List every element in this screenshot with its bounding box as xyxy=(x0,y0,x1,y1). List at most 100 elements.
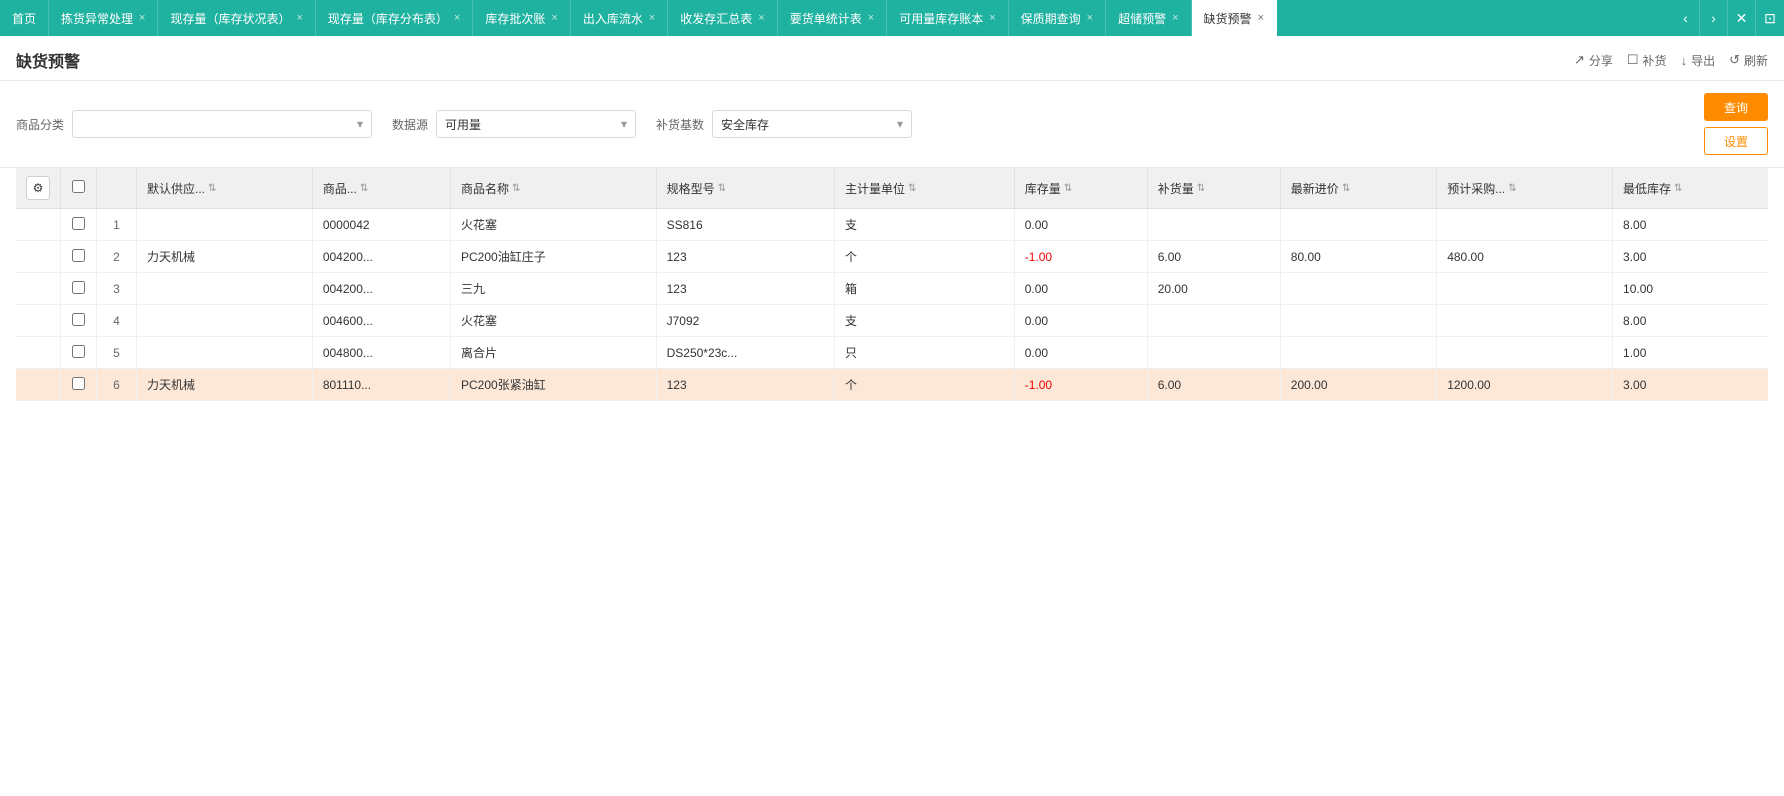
row-gear-2 xyxy=(16,273,61,305)
row-unit-2: 箱 xyxy=(834,273,1014,305)
tab-close-icon[interactable]: × xyxy=(454,12,460,24)
query-button[interactable]: 查询 xyxy=(1704,93,1768,121)
row-check-0[interactable] xyxy=(61,209,97,241)
tab-close-btn[interactable]: ✕ xyxy=(1728,0,1756,36)
tab-overstock[interactable]: 超储预警 × xyxy=(1106,0,1191,36)
row-checkbox-0[interactable] xyxy=(72,217,85,230)
th-stock: 库存量 ⇅ xyxy=(1014,168,1147,209)
row-num-3: 4 xyxy=(97,305,137,337)
row-checkbox-5[interactable] xyxy=(72,377,85,390)
tab-close-icon[interactable]: × xyxy=(989,12,995,24)
row-spec-3: J7092 xyxy=(656,305,834,337)
th-supplier-label: 默认供应... xyxy=(147,180,205,197)
th-stock-label: 库存量 xyxy=(1025,180,1061,197)
row-latest-price-3 xyxy=(1280,305,1436,337)
tab-close-icon[interactable]: × xyxy=(139,12,145,24)
table-row: 1 0000042 火花塞 SS816 支 0.00 8.00 xyxy=(16,209,1768,241)
row-latest-price-2 xyxy=(1280,273,1436,305)
tab-prev-btn[interactable]: ‹ xyxy=(1672,0,1700,36)
share-btn[interactable]: ↗ 分享 xyxy=(1574,52,1613,69)
category-select[interactable]: ▾ xyxy=(72,110,372,138)
sort-unit-icon: ⇅ xyxy=(908,183,916,194)
datasource-label: 数据源 xyxy=(392,116,428,133)
tab-close-icon[interactable]: × xyxy=(296,12,302,24)
tab-exception[interactable]: 拣货异常处理× xyxy=(49,0,158,36)
sort-stock-icon: ⇅ xyxy=(1064,183,1072,194)
row-gear-3 xyxy=(16,305,61,337)
row-spec-2: 123 xyxy=(656,273,834,305)
row-supplier-2 xyxy=(137,273,313,305)
datasource-select[interactable]: 可用量 ▾ xyxy=(436,110,636,138)
sort-code-icon: ⇅ xyxy=(360,183,368,194)
row-supplier-5: 力天机械 xyxy=(137,369,313,401)
tab-close-icon[interactable]: × xyxy=(1258,12,1264,24)
filter-replenish-base: 补货基数 安全库存 ▾ xyxy=(656,110,912,138)
tab-batch[interactable]: 库存批次账× xyxy=(473,0,570,36)
tab-close-icon[interactable]: × xyxy=(758,12,764,24)
tab-close-icon[interactable]: × xyxy=(551,12,557,24)
tab-collect[interactable]: 收发存汇总表× xyxy=(668,0,777,36)
row-stock-4: 0.00 xyxy=(1014,337,1147,369)
tab-close-icon[interactable]: × xyxy=(868,12,874,24)
replenish-base-value: 安全库存 xyxy=(721,116,889,133)
tab-next-btn[interactable]: › xyxy=(1700,0,1728,36)
tab-avail-book[interactable]: 可用量库存账本× xyxy=(887,0,1008,36)
th-checkbox xyxy=(61,168,97,209)
row-checkbox-3[interactable] xyxy=(72,313,85,326)
tab-expand-btn[interactable]: ⊡ xyxy=(1756,0,1784,36)
sort-replenish-icon: ⇅ xyxy=(1197,183,1205,194)
row-unit-4: 只 xyxy=(834,337,1014,369)
row-stock-5: -1.00 xyxy=(1014,369,1147,401)
header-actions: ↗ 分享 ☐ 补货 ↓ 导出 ↺ 刷新 xyxy=(1574,52,1768,69)
table-container: ⚙ 默认供应... ⇅ 商品... xyxy=(0,168,1784,401)
replenish-btn[interactable]: ☐ 补货 xyxy=(1627,52,1667,69)
tab-stock-dist[interactable]: 现存量（库存分布表）× xyxy=(316,0,473,36)
row-latest-price-4 xyxy=(1280,337,1436,369)
tab-stock-status[interactable]: 现存量（库存状况表）× xyxy=(158,0,315,36)
row-check-3[interactable] xyxy=(61,305,97,337)
row-num-2: 3 xyxy=(97,273,137,305)
tab-close-icon[interactable]: × xyxy=(649,12,655,24)
refresh-icon: ↺ xyxy=(1729,52,1740,68)
row-replenish-5: 6.00 xyxy=(1147,369,1280,401)
row-spec-0: SS816 xyxy=(656,209,834,241)
replenish-base-select[interactable]: 安全库存 ▾ xyxy=(712,110,912,138)
refresh-btn[interactable]: ↺ 刷新 xyxy=(1729,52,1768,69)
row-checkbox-1[interactable] xyxy=(72,249,85,262)
row-check-5[interactable] xyxy=(61,369,97,401)
row-est-purchase-4 xyxy=(1437,337,1613,369)
row-name-5: PC200张紧油缸 xyxy=(451,369,657,401)
tab-home[interactable]: 首页 xyxy=(0,0,49,36)
row-num-4: 5 xyxy=(97,337,137,369)
tab-close-icon[interactable]: × xyxy=(1087,12,1093,24)
sort-min-icon: ⇅ xyxy=(1674,183,1682,194)
filter-bar: 商品分类 ▾ 数据源 可用量 ▾ 补货基数 安全库存 ▾ 查询 设置 xyxy=(0,81,1784,168)
row-name-0: 火花塞 xyxy=(451,209,657,241)
row-name-3: 火花塞 xyxy=(451,305,657,337)
row-supplier-1: 力天机械 xyxy=(137,241,313,273)
tab-close-icon[interactable]: × xyxy=(1172,12,1178,24)
row-spec-1: 123 xyxy=(656,241,834,273)
row-check-4[interactable] xyxy=(61,337,97,369)
th-product-name-label: 商品名称 xyxy=(461,180,509,197)
tab-inout[interactable]: 出入库流水× xyxy=(571,0,668,36)
row-est-purchase-2 xyxy=(1437,273,1613,305)
row-name-2: 三九 xyxy=(451,273,657,305)
tab-order-stat[interactable]: 要货单统计表× xyxy=(778,0,887,36)
table-row: 2 力天机械 004200... PC200油缸庄子 123 个 -1.00 6… xyxy=(16,241,1768,273)
select-all-checkbox[interactable] xyxy=(72,180,85,193)
filter-actions: 查询 设置 xyxy=(1704,93,1768,155)
row-checkbox-4[interactable] xyxy=(72,345,85,358)
category-label: 商品分类 xyxy=(16,116,64,133)
row-stock-2: 0.00 xyxy=(1014,273,1147,305)
row-unit-0: 支 xyxy=(834,209,1014,241)
tab-expire[interactable]: 保质期查询× xyxy=(1009,0,1106,36)
tab-shortage[interactable]: 缺货预警× xyxy=(1192,0,1277,36)
row-checkbox-2[interactable] xyxy=(72,281,85,294)
row-check-1[interactable] xyxy=(61,241,97,273)
tab-label: 超储预警 xyxy=(1118,10,1166,27)
column-settings-btn[interactable]: ⚙ xyxy=(26,176,50,200)
export-btn[interactable]: ↓ 导出 xyxy=(1681,52,1716,69)
row-check-2[interactable] xyxy=(61,273,97,305)
settings-button[interactable]: 设置 xyxy=(1704,127,1768,155)
